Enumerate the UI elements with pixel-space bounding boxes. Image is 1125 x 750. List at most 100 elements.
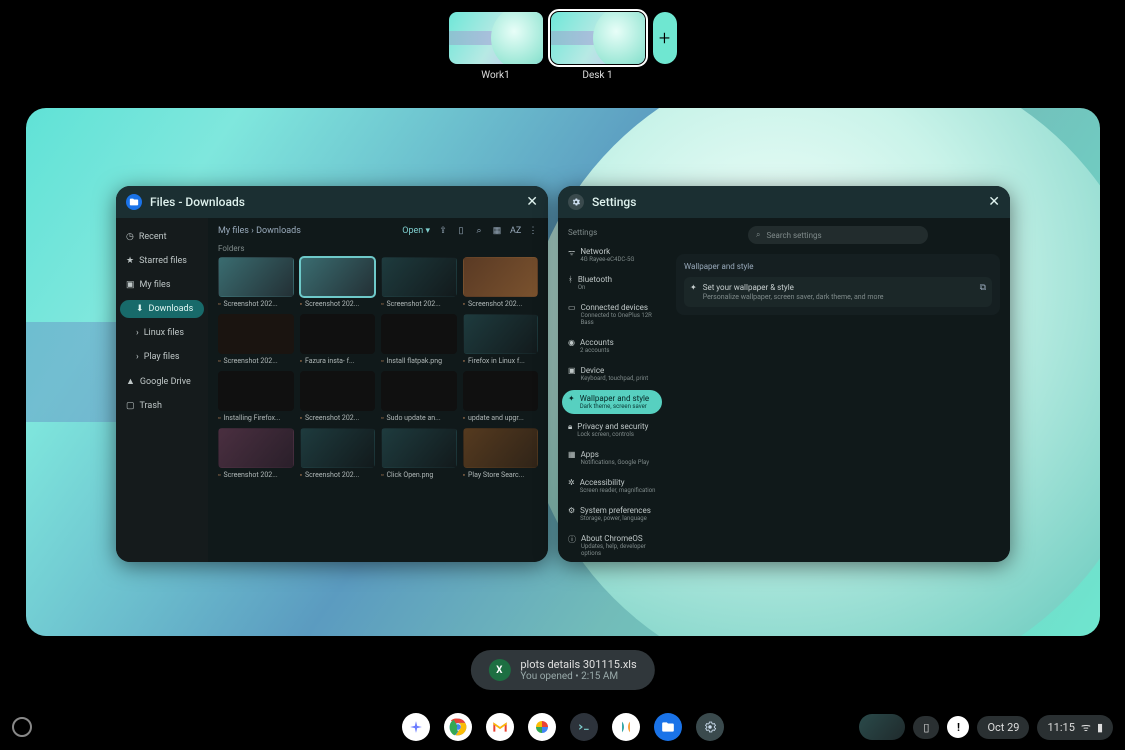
files-app-icon (126, 194, 142, 210)
wallpaper-card: Wallpaper and style ✦ Set your wallpaper… (676, 254, 1000, 315)
card-title: Wallpaper and style (684, 262, 992, 271)
file-thumb[interactable]: Installing Firefox... (218, 371, 294, 422)
nav-network[interactable]: ᯤNetwork4G Rayee-eC4DC-5G (562, 243, 662, 267)
overview-area: Files - Downloads ✕ ◷Recent ★Starred fil… (26, 108, 1100, 636)
folders-label: Folders (218, 244, 538, 253)
close-icon[interactable]: ✕ (988, 194, 1000, 210)
new-desk-button[interactable]: + (653, 12, 677, 64)
star-icon: ★ (126, 256, 134, 266)
nav-accounts[interactable]: ◉Accounts2 accounts (562, 334, 662, 358)
toast-filename: plots details 301115.xls (520, 658, 636, 671)
sidebar-item-drive[interactable]: ▲Google Drive (120, 372, 204, 391)
file-thumb[interactable]: Firefox in Linux f... (463, 314, 539, 365)
file-thumb[interactable]: Play Store Searc... (463, 428, 539, 479)
nav-bluetooth[interactable]: ᚼBluetoothOn (562, 271, 662, 295)
search-icon: ⌕ (756, 230, 760, 240)
file-thumb[interactable]: Screenshot 202... (218, 428, 294, 479)
phone-hub-icon[interactable]: ▯ (913, 716, 939, 739)
open-button[interactable]: Open ▾ (402, 226, 430, 236)
laptop-icon: ▣ (568, 366, 576, 382)
file-thumb[interactable]: Fazura insta- f... (300, 314, 376, 365)
settings-nav: Settings ᯤNetwork4G Rayee-eC4DC-5G ᚼBlue… (558, 218, 666, 562)
date-pill[interactable]: Oct 29 (977, 716, 1029, 739)
person-icon: ◉ (568, 338, 575, 354)
accessibility-icon: ✲ (568, 478, 575, 494)
sidebar-item-trash[interactable]: ▢Trash (120, 397, 204, 415)
sidebar-item-recent[interactable]: ◷Recent (120, 228, 204, 246)
breadcrumb[interactable]: My files › Downloads (218, 226, 394, 236)
settings-search-input[interactable]: ⌕ Search settings (748, 226, 928, 244)
toast-subtext: You opened • 2:15 AM (520, 671, 636, 682)
chrome-icon[interactable] (444, 713, 472, 741)
folder-icon: ▣ (126, 280, 135, 290)
open-external-icon: ⧉ (980, 283, 986, 293)
file-thumb[interactable]: Screenshot 202... (218, 257, 294, 308)
search-icon[interactable]: ⌕ (474, 226, 484, 236)
sidebar-item-linux[interactable]: ›Linux files (120, 324, 204, 342)
shelf-apps (402, 713, 724, 741)
system-tray[interactable]: ▯ ! Oct 29 11:15 ᯤ ▮ (859, 714, 1113, 740)
settings-shelf-icon[interactable] (696, 713, 724, 741)
files-titlebar[interactable]: Files - Downloads ✕ (116, 186, 548, 218)
file-thumb[interactable]: Screenshot 202... (463, 257, 539, 308)
gemini-icon[interactable] (402, 713, 430, 741)
palette-icon: ✦ (690, 283, 697, 292)
file-thumb[interactable]: update and upgr... (463, 371, 539, 422)
tune-icon: ⚙︎ (568, 506, 575, 522)
files-window-title: Files - Downloads (150, 195, 245, 209)
nav-about[interactable]: ⓘAbout ChromeOSUpdates, help, developer … (562, 530, 662, 561)
wifi-icon: ᯤ (1081, 720, 1091, 735)
notification-badge[interactable]: ! (947, 716, 969, 738)
close-icon[interactable]: ✕ (526, 194, 538, 210)
desk-thumb-desk1[interactable]: Desk 1 (551, 12, 645, 81)
sidebar-item-play[interactable]: ›Play files (120, 348, 204, 366)
nav-wallpaper[interactable]: ✦Wallpaper and styleDark theme, screen s… (562, 390, 662, 414)
file-thumb[interactable]: Screenshot 202... (218, 314, 294, 365)
battery-icon: ▮ (1097, 721, 1103, 734)
file-thumb[interactable]: Screenshot 202... (300, 371, 376, 422)
file-thumb[interactable]: Click Open.png (381, 428, 457, 479)
sidebar-item-downloads[interactable]: ⬇Downloads (120, 300, 204, 318)
nav-connected[interactable]: ▭Connected devicesConnected to OnePlus 1… (562, 299, 662, 330)
settings-window[interactable]: Settings ✕ Settings ᯤNetwork4G Rayee-eC4… (558, 186, 1010, 562)
sidebar-item-myfiles[interactable]: ▣My files (120, 276, 204, 294)
set-wallpaper-row[interactable]: ✦ Set your wallpaper & stylePersonalize … (684, 277, 992, 307)
settings-window-title: Settings (592, 195, 636, 209)
drive-icon: ▲ (126, 376, 135, 387)
delete-icon[interactable]: ▯ (456, 226, 466, 236)
recent-file-toast[interactable]: X plots details 301115.xls You opened • … (470, 650, 654, 690)
files-window[interactable]: Files - Downloads ✕ ◷Recent ★Starred fil… (116, 186, 548, 562)
apps-icon: ▦ (568, 450, 576, 466)
nav-apps[interactable]: ▦AppsNotifications, Google Play (562, 446, 662, 470)
trash-icon: ▢ (126, 401, 135, 411)
gmail-icon[interactable] (486, 713, 514, 741)
app-icon[interactable] (612, 713, 640, 741)
nav-accessibility[interactable]: ✲AccessibilityScreen reader, magnificati… (562, 474, 662, 498)
settings-titlebar[interactable]: Settings ✕ (558, 186, 1010, 218)
file-thumb[interactable]: Install flatpak.png (381, 314, 457, 365)
tote-pill[interactable] (859, 714, 905, 740)
share-icon[interactable]: ⇪ (438, 226, 448, 236)
file-thumb[interactable]: Screenshot 202... (381, 257, 457, 308)
download-icon: ⬇ (136, 304, 144, 314)
view-icon[interactable]: ▦ (492, 226, 502, 236)
file-thumb[interactable]: Screenshot 202... (300, 257, 376, 308)
files-sidebar: ◷Recent ★Starred files ▣My files ⬇Downlo… (116, 218, 208, 562)
devices-icon: ▭ (568, 303, 576, 326)
sort-icon[interactable]: AZ (510, 226, 520, 236)
nav-device[interactable]: ▣DeviceKeyboard, touchpad, print (562, 362, 662, 386)
file-thumb[interactable]: Screenshot 202... (300, 428, 376, 479)
file-thumb[interactable]: Sudo update an... (381, 371, 457, 422)
photos-icon[interactable] (528, 713, 556, 741)
file-grid: Screenshot 202... Screenshot 202... Scre… (218, 257, 538, 479)
files-shelf-icon[interactable] (654, 713, 682, 741)
desk-thumb-work1[interactable]: Work1 (449, 12, 543, 81)
chevron-right-icon: › (136, 328, 139, 338)
sidebar-item-starred[interactable]: ★Starred files (120, 252, 204, 270)
launcher-button[interactable] (12, 717, 32, 737)
nav-privacy[interactable]: 🔒︎Privacy and securityLock screen, contr… (562, 418, 662, 442)
status-pill[interactable]: 11:15 ᯤ ▮ (1037, 715, 1113, 740)
more-icon[interactable]: ⋮ (528, 226, 538, 236)
nav-system[interactable]: ⚙︎System preferencesStorage, power, lang… (562, 502, 662, 526)
terminal-icon[interactable] (570, 713, 598, 741)
